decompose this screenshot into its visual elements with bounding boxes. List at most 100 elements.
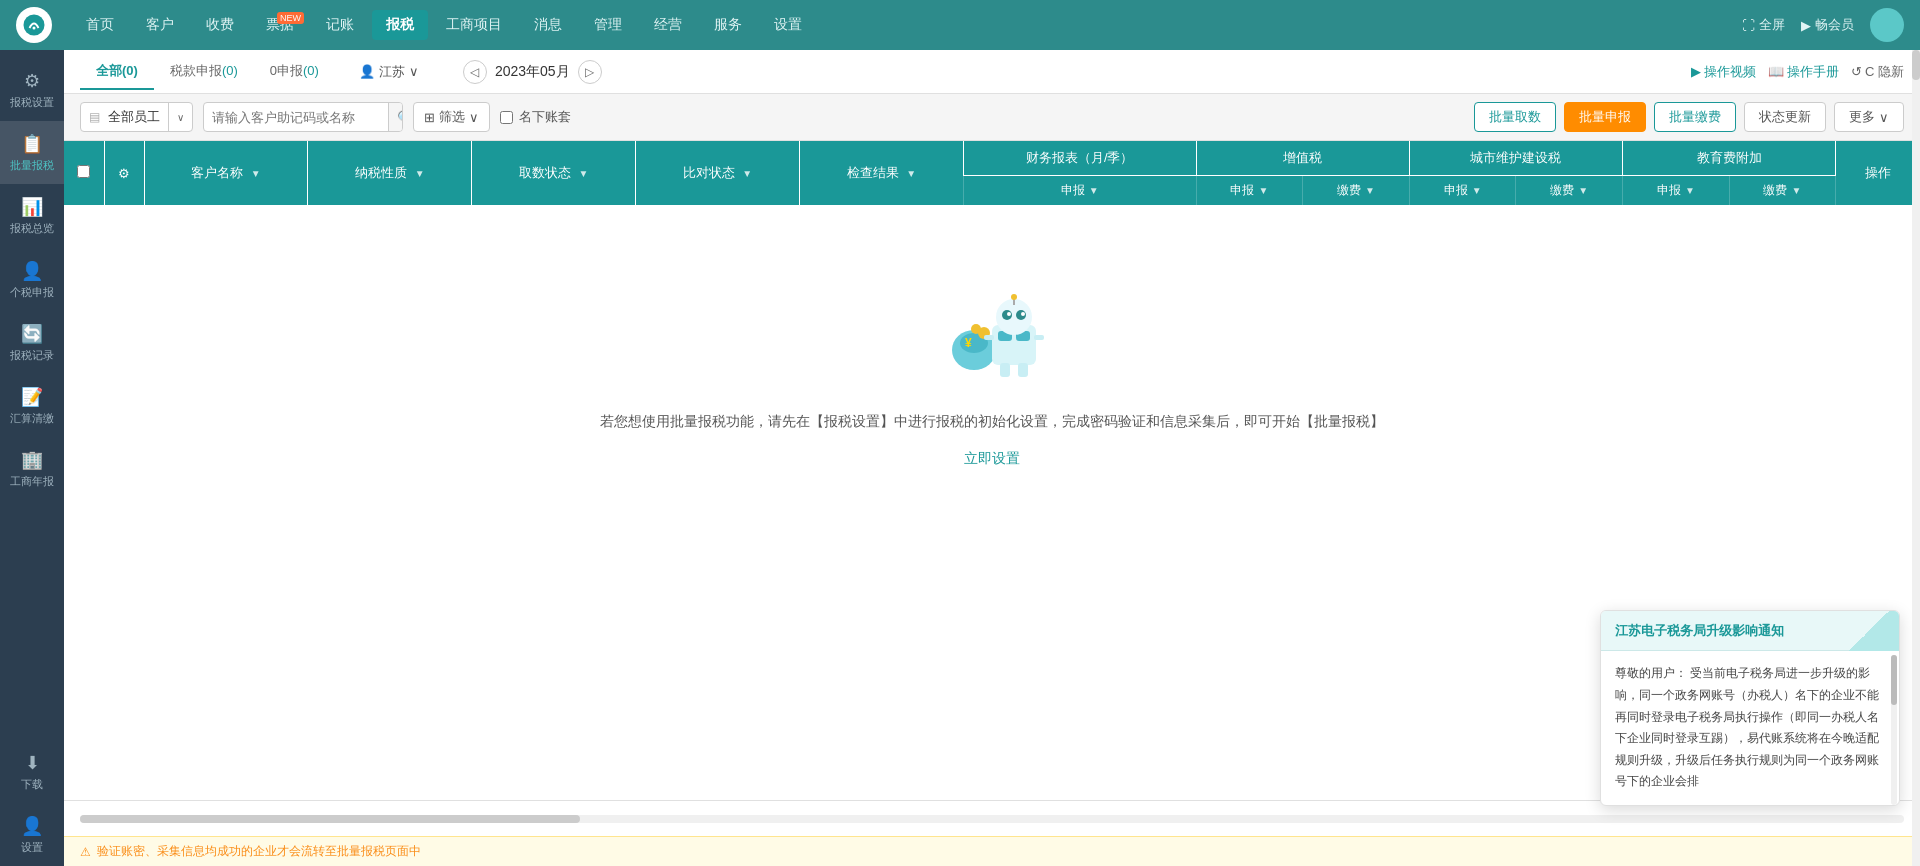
notif-decoration	[1839, 611, 1899, 651]
th-financial-report: 财务报表（月/季）	[963, 141, 1196, 176]
warning-icon: ⚠	[80, 845, 91, 859]
status-update-button[interactable]: 状态更新	[1744, 102, 1826, 132]
nav-business[interactable]: 工商项目	[432, 10, 516, 40]
batch-pay-button[interactable]: 批量缴费	[1654, 102, 1736, 132]
more-button[interactable]: 更多 ∨	[1834, 102, 1904, 132]
th-edu-surcharge: 教育费附加	[1623, 141, 1836, 176]
manual-link[interactable]: 📖 操作手册	[1768, 63, 1839, 81]
top-navigation: 首页 客户 收费 票据 NEW 记账 报税 工商项目 消息 管理 经营 服务 设…	[0, 0, 1920, 50]
fetch-status-filter-icon: ▼	[579, 168, 589, 179]
month-label: 2023年05月	[495, 63, 570, 81]
svg-point-14	[1021, 312, 1025, 316]
name-account-checkbox[interactable]	[500, 111, 513, 124]
manual-icon: 📖	[1768, 64, 1784, 79]
sidebar-label-batch-tax: 批量报税	[10, 159, 54, 172]
month-prev-button[interactable]: ◁	[463, 60, 487, 84]
tab-group: 全部(0) 税款申报(0) 0申报(0)	[80, 54, 335, 90]
customer-filter-icon: ▼	[251, 168, 261, 179]
region-arrow-icon: ∨	[409, 64, 419, 79]
month-next-button[interactable]: ▷	[578, 60, 602, 84]
employee-select-label: 全部员工	[108, 108, 168, 126]
main-scroll-thumb[interactable]	[1912, 50, 1920, 80]
sidebar-item-tax-overview[interactable]: 📊 报税总览	[0, 184, 64, 247]
sidebar-item-annual-settlement[interactable]: 📝 汇算清缴	[0, 374, 64, 437]
download-icon: ⬇	[25, 752, 40, 774]
nav-menu: 首页 客户 收费 票据 NEW 记账 报税 工商项目 消息 管理 经营 服务 设…	[72, 10, 1742, 40]
th-edu-pay: 缴费▼	[1729, 176, 1836, 206]
nav-customer[interactable]: 客户	[132, 10, 188, 40]
filter-button[interactable]: ⊞ 筛选 ∨	[413, 102, 490, 132]
notif-scroll-thumb[interactable]	[1891, 655, 1897, 705]
sidebar-item-download[interactable]: ⬇ 下载	[0, 740, 64, 803]
member-button[interactable]: ▶ 畅会员	[1801, 16, 1854, 34]
nav-message[interactable]: 消息	[520, 10, 576, 40]
horizontal-scrollbar[interactable]	[80, 815, 1904, 823]
nav-settings[interactable]: 设置	[760, 10, 816, 40]
th-tax-type: 纳税性质 ▼	[308, 141, 472, 205]
refresh-icon: ↺	[1851, 64, 1862, 79]
sidebar-item-personal-tax[interactable]: 👤 个税申报	[0, 248, 64, 311]
nav-tax[interactable]: 报税	[372, 10, 428, 40]
setup-link[interactable]: 立即设置	[964, 450, 1020, 468]
nav-service[interactable]: 服务	[700, 10, 756, 40]
search-box[interactable]: 🔍	[203, 102, 403, 132]
svg-rect-19	[1000, 363, 1010, 377]
table-header-row: ⚙ 客户名称 ▼ 纳税性质 ▼ 取数状态 ▼	[64, 141, 1920, 176]
sidebar-label-tax-settings: 报税设置	[10, 96, 54, 109]
tab-all[interactable]: 全部(0)	[80, 54, 154, 90]
video-link[interactable]: ▶ 操作视频	[1691, 63, 1756, 81]
region-label: 江苏	[379, 63, 405, 81]
more-arrow-icon: ∨	[1879, 110, 1889, 125]
tab-bar: 全部(0) 税款申报(0) 0申报(0) 👤 江苏 ∨ ◁ 2023年05月 ▷	[64, 50, 1920, 94]
sidebar-item-user[interactable]: 👤 设置	[0, 803, 64, 866]
th-vat-pay: 缴费▼	[1303, 176, 1410, 206]
checkbox-label[interactable]: 名下账套	[500, 108, 571, 126]
nav-home[interactable]: 首页	[72, 10, 128, 40]
batch-tax-icon: 📋	[21, 133, 43, 155]
city-declare-filter-icon: ▼	[1472, 185, 1482, 196]
batch-declare-button[interactable]: 批量申报	[1564, 102, 1646, 132]
nav-manage[interactable]: 管理	[580, 10, 636, 40]
notif-title: 江苏电子税务局升级影响通知	[1615, 622, 1784, 640]
toolbar-right: 批量取数 批量申报 批量缴费 状态更新 更多 ∨	[1474, 102, 1904, 132]
logo[interactable]	[16, 7, 52, 43]
main-scrollbar[interactable]	[1912, 50, 1920, 866]
notif-scrollbar[interactable]	[1891, 655, 1897, 805]
nav-accounting[interactable]: 记账	[312, 10, 368, 40]
status-text: 验证账密、采集信息均成功的企业才会流转至批量报税页面中	[97, 843, 421, 860]
select-all-checkbox[interactable]	[77, 165, 90, 178]
search-button[interactable]: 🔍	[388, 103, 403, 131]
th-vat-declare: 申报▼	[1196, 176, 1303, 206]
th-settings: ⚙	[104, 141, 144, 205]
sidebar-bottom: ⬇ 下载 👤 设置	[0, 740, 64, 866]
sidebar-item-batch-tax[interactable]: 📋 批量报税	[0, 121, 64, 184]
sidebar-item-annual-report[interactable]: 🏢 工商年报	[0, 437, 64, 500]
sidebar-label-annual-settlement: 汇算清缴	[10, 412, 54, 425]
nav-ticket[interactable]: 票据 NEW	[252, 10, 308, 40]
th-fin-declare: 申报▼	[963, 176, 1196, 206]
sidebar-item-tax-records[interactable]: 🔄 报税记录	[0, 311, 64, 374]
edu-declare-filter-icon: ▼	[1685, 185, 1695, 196]
new-badge: NEW	[277, 12, 304, 24]
search-input[interactable]	[204, 110, 388, 125]
nav-operation[interactable]: 经营	[640, 10, 696, 40]
vat-pay-filter-icon: ▼	[1365, 185, 1375, 196]
avatar[interactable]	[1870, 8, 1904, 42]
employee-select-group[interactable]: ▤ 全部员工 ∨	[80, 102, 193, 132]
sidebar-item-tax-settings[interactable]: ⚙ 报税设置	[0, 58, 64, 121]
batch-fetch-button[interactable]: 批量取数	[1474, 102, 1556, 132]
robot-illustration: ¥	[932, 285, 1052, 385]
video-icon: ▶	[1691, 64, 1701, 79]
tab-zero-declare[interactable]: 0申报(0)	[254, 54, 335, 90]
city-pay-filter-icon: ▼	[1578, 185, 1588, 196]
tab-declare[interactable]: 税款申报(0)	[154, 54, 254, 90]
nav-fee[interactable]: 收费	[192, 10, 248, 40]
svg-point-16	[1011, 294, 1017, 300]
scrollbar-thumb[interactable]	[80, 815, 580, 823]
employee-filter-icon: ▤	[81, 110, 108, 124]
refresh-button[interactable]: ↺ C 隐新	[1851, 63, 1904, 81]
fullscreen-button[interactable]: ⛶ 全屏	[1742, 16, 1785, 34]
region-selector[interactable]: 👤 江苏 ∨	[359, 63, 419, 81]
th-vat: 增值税	[1196, 141, 1409, 176]
th-checkbox	[64, 141, 104, 205]
